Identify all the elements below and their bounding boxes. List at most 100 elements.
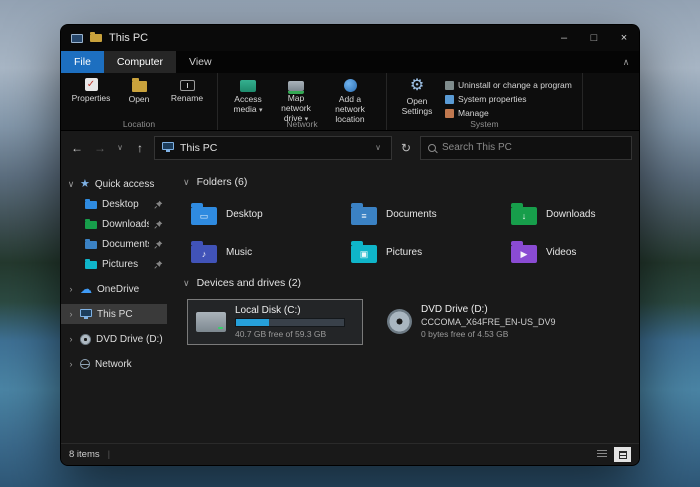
sidebar-item-quick-access[interactable]: ∨ ★ Quick access (61, 174, 167, 194)
drive-detail: 40.7 GB free of 59.3 GB (235, 329, 345, 339)
chevron-down-icon[interactable]: ∨ (67, 179, 75, 190)
drive-name: DVD Drive (D:) (421, 304, 556, 315)
downloads-label: Downloads (102, 219, 149, 230)
status-bar: 8 items | (61, 443, 639, 465)
sidebar-item-downloads[interactable]: Downloads (61, 214, 167, 234)
access-media-button[interactable]: Access media ▾ (228, 78, 268, 115)
network-icon (80, 359, 90, 369)
search-input[interactable] (442, 142, 624, 153)
folder-tile-pictures[interactable]: ▣ Pictures (347, 235, 499, 269)
manage-button[interactable]: Manage (445, 107, 572, 119)
title-bar[interactable]: This PC – □ × (61, 25, 639, 51)
explorer-window: This PC – □ × File Computer View ∧ ✓ Pro… (60, 24, 640, 466)
folders-section-header[interactable]: ∨ Folders (6) (183, 176, 631, 188)
quick-access-icon: ★ (80, 179, 90, 190)
dropdown-icon: ▾ (259, 107, 263, 114)
folder-tile-videos[interactable]: ▶ Videos (507, 235, 640, 269)
add-network-location-button[interactable]: Add a network location (324, 78, 376, 124)
thumbnails-view-icon (619, 451, 627, 459)
sidebar-item-dvd-drive[interactable]: › DVD Drive (D:) CCCOMA_X64FRE_EN-US_DV9 (61, 329, 167, 349)
chevron-right-icon[interactable]: › (67, 334, 75, 344)
network-location-icon (344, 79, 357, 92)
open-button[interactable]: Open (119, 78, 159, 105)
pin-icon (154, 240, 163, 249)
ribbon: ✓ Properties Open Rename Location Access… (61, 73, 639, 131)
forward-icon[interactable]: → (91, 141, 109, 155)
desktop-background: This PC – □ × File Computer View ∧ ✓ Pro… (0, 0, 700, 487)
close-button[interactable]: × (609, 25, 639, 51)
this-pc-icon (71, 34, 83, 43)
chevron-right-icon[interactable]: › (67, 284, 75, 294)
gear-icon: ⚙ (410, 78, 424, 94)
maximize-button[interactable]: □ (579, 25, 609, 51)
up-icon[interactable]: ↑ (131, 141, 149, 155)
ribbon-group-location: ✓ Properties Open Rename Location (61, 73, 218, 130)
pin-icon (154, 220, 163, 229)
pin-icon (154, 260, 163, 269)
folder-tile-desktop[interactable]: ▭ Desktop (187, 197, 339, 231)
network-label: Network (95, 359, 163, 370)
sidebar-item-pictures[interactable]: Pictures (61, 254, 167, 274)
manage-icon (445, 109, 454, 118)
group-label-system: System (387, 119, 582, 129)
drive-tile-local-disk[interactable]: Local Disk (C:) 40.7 GB free of 59.3 GB (187, 299, 363, 345)
open-icon (132, 81, 147, 92)
pictures-label: Pictures (102, 259, 149, 270)
access-media-label: Access media (233, 94, 261, 114)
sidebar-item-this-pc[interactable]: › This PC (61, 304, 167, 324)
folder-tile-documents[interactable]: ≡ Documents (347, 197, 499, 231)
items-count: 8 items (69, 449, 100, 460)
tab-computer[interactable]: Computer (104, 51, 176, 73)
chevron-down-icon: ∨ (183, 278, 190, 289)
chevron-right-icon[interactable]: › (67, 359, 75, 369)
dvd-disc-icon (387, 309, 412, 334)
folder-name: Downloads (546, 209, 595, 220)
ribbon-group-system: ⚙ Open Settings Uninstall or change a pr… (387, 73, 583, 130)
properties-button[interactable]: ✓ Properties (71, 78, 111, 104)
system-properties-button[interactable]: System properties (445, 93, 572, 105)
manage-label: Manage (458, 108, 489, 118)
uninstall-program-button[interactable]: Uninstall or change a program (445, 79, 572, 91)
downloads-glyph: ↓ (522, 212, 527, 221)
breadcrumb[interactable]: This PC (180, 142, 217, 154)
sidebar-item-onedrive[interactable]: › ☁ OneDrive (61, 279, 167, 299)
thumbnails-view-button[interactable] (614, 447, 631, 462)
tab-file[interactable]: File (61, 51, 104, 73)
this-pc-icon (162, 142, 174, 150)
drive-name: Local Disk (C:) (235, 305, 345, 316)
refresh-icon[interactable]: ↻ (397, 141, 415, 155)
check-icon: ✓ (87, 80, 95, 90)
dvd-drive-label: DVD Drive (D:) CCCOMA_X64FRE_EN-US_DV9 (96, 334, 163, 345)
details-view-icon (597, 450, 607, 459)
map-network-drive-button[interactable]: Map network drive ▾ (276, 78, 316, 124)
search-box[interactable] (420, 136, 632, 160)
videos-glyph: ▶ (521, 250, 528, 259)
folder-tile-music[interactable]: ♪ Music (187, 235, 339, 269)
back-icon[interactable]: ← (68, 141, 86, 155)
open-settings-button[interactable]: ⚙ Open Settings (397, 78, 437, 117)
recent-locations-icon[interactable]: ∨ (114, 143, 126, 152)
system-properties-icon (445, 95, 454, 104)
drive-tile-dvd[interactable]: DVD Drive (D:) CCCOMA_X64FRE_EN-US_DV9 0… (379, 299, 564, 344)
folder-tile-downloads[interactable]: ↓ Downloads (507, 197, 640, 231)
address-bar[interactable]: This PC ∨ (154, 136, 392, 160)
music-glyph: ♪ (202, 250, 207, 259)
tab-view[interactable]: View (176, 51, 225, 73)
address-dropdown-icon[interactable]: ∨ (372, 143, 384, 152)
minimize-button[interactable]: – (549, 25, 579, 51)
rename-button[interactable]: Rename (167, 78, 207, 104)
desktop-label: Desktop (102, 199, 149, 210)
sidebar-item-network[interactable]: › Network (61, 354, 167, 374)
uninstall-icon (445, 81, 454, 90)
pictures-folder-icon: ▣ (351, 245, 377, 263)
sidebar-item-documents[interactable]: Documents (61, 234, 167, 254)
sidebar-item-desktop[interactable]: Desktop (61, 194, 167, 214)
drive-volume-label: CCCOMA_X64FRE_EN-US_DV9 (421, 317, 556, 327)
quick-access-label: Quick access (95, 179, 163, 190)
devices-section-header[interactable]: ∨ Devices and drives (2) (183, 277, 631, 289)
chevron-right-icon[interactable]: › (67, 309, 75, 319)
documents-folder-icon: ≡ (351, 207, 377, 225)
folder-name: Desktop (226, 209, 263, 220)
details-view-button[interactable] (593, 447, 610, 462)
collapse-ribbon-icon[interactable]: ∧ (613, 51, 639, 73)
